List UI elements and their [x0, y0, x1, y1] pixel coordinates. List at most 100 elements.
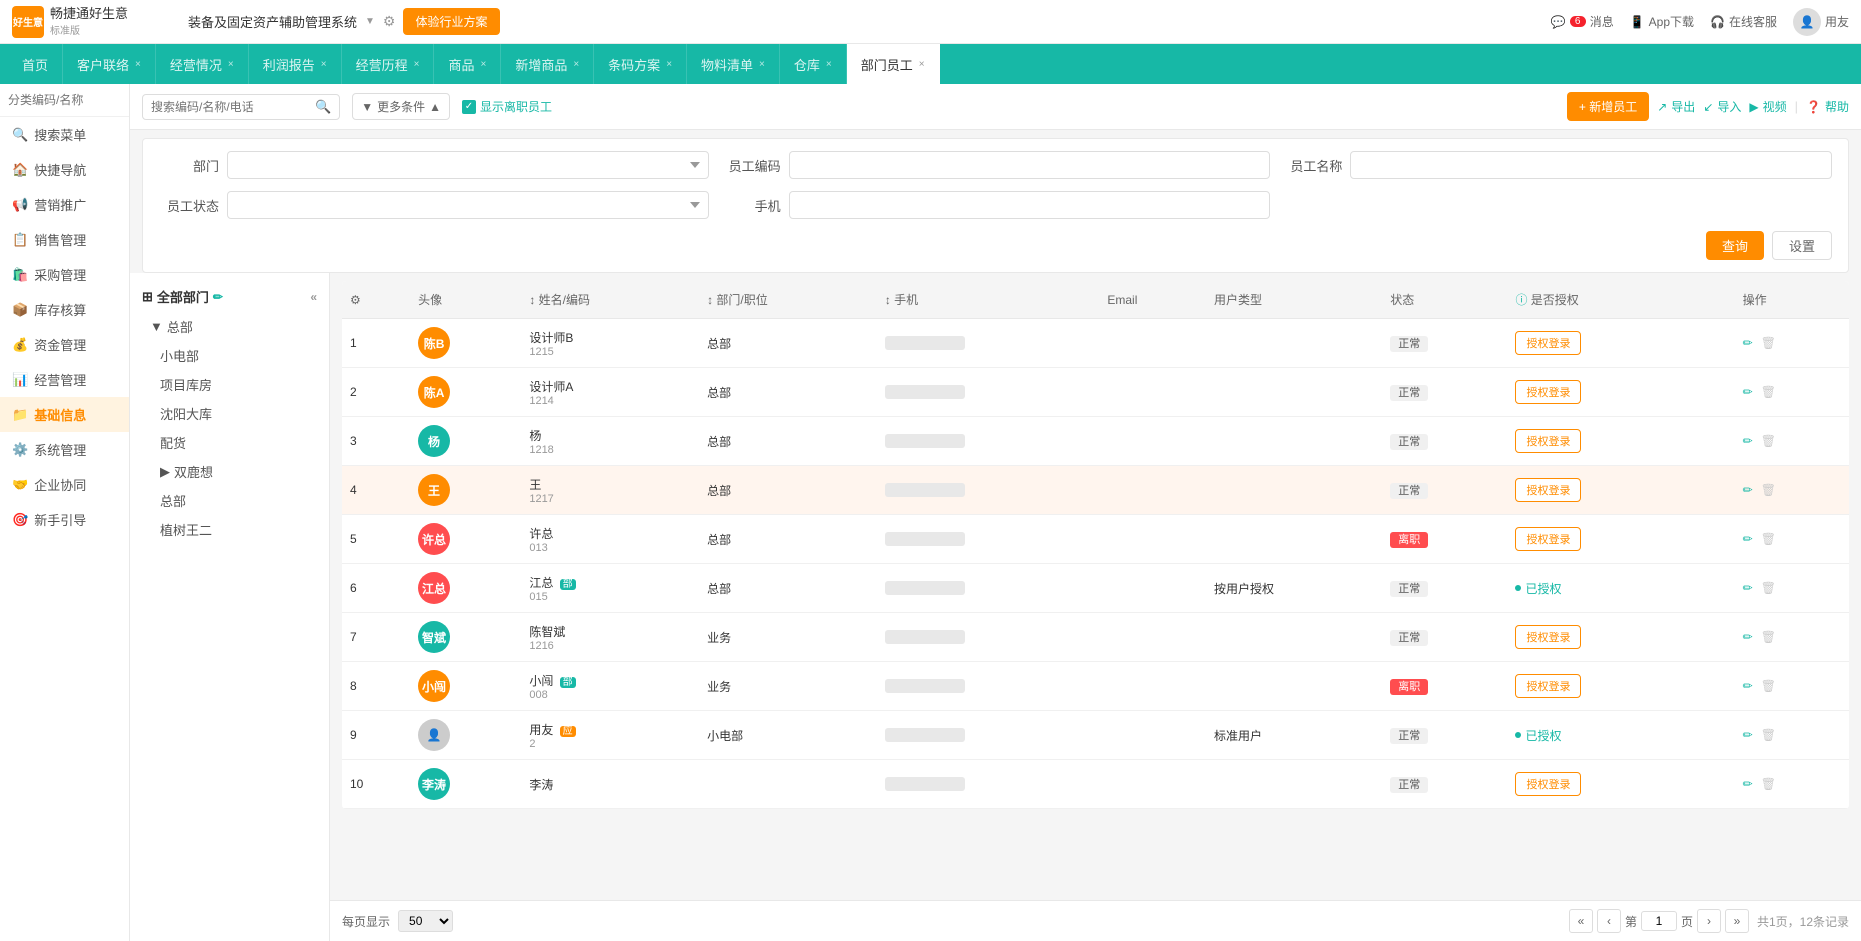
- delete-btn[interactable]: 🗑: [1761, 777, 1776, 791]
- delete-btn[interactable]: 🗑: [1761, 336, 1776, 350]
- tab-operation[interactable]: 经营情况 ×: [156, 44, 249, 84]
- col-phone[interactable]: ↕ 手机: [877, 281, 1100, 319]
- col-settings[interactable]: ⚙: [342, 281, 410, 319]
- col-dept[interactable]: ↕ 部门/职位: [699, 281, 877, 319]
- edit-btn[interactable]: ✏: [1743, 630, 1753, 644]
- sidebar-item-bizmanage[interactable]: 📊 经营管理: [0, 362, 129, 397]
- query-btn[interactable]: 查询: [1706, 231, 1764, 260]
- tab-barcode[interactable]: 条码方案 ×: [594, 44, 687, 84]
- show-resign-toggle[interactable]: ✓ 显示离职员工: [462, 98, 552, 115]
- import-btn[interactable]: ↙ 导入: [1703, 98, 1741, 115]
- sidebar-search[interactable]: 🔍: [0, 84, 129, 117]
- sidebar-item-basic[interactable]: 📁 基础信息: [0, 397, 129, 432]
- sidebar-item-marketing[interactable]: 📢 营销推广: [0, 187, 129, 222]
- dept-node-headquarters-root[interactable]: ▼ 总部: [130, 312, 329, 341]
- edit-btn[interactable]: ✏: [1743, 385, 1753, 399]
- tab-customer-close[interactable]: ×: [135, 59, 141, 70]
- empname-filter-input[interactable]: [1350, 151, 1832, 179]
- tab-home[interactable]: 首页: [8, 44, 63, 84]
- view-btn[interactable]: ▶ 视频: [1749, 98, 1786, 115]
- phone-filter-input[interactable]: [789, 191, 1271, 219]
- tab-warehouse[interactable]: 仓库 ×: [780, 44, 847, 84]
- tab-warehouse-close[interactable]: ×: [826, 59, 832, 70]
- dept-node-peihuo[interactable]: 配货: [130, 428, 329, 457]
- online-service-btn[interactable]: 🎧 在线客服: [1710, 13, 1777, 30]
- search-icon[interactable]: 🔍: [315, 99, 331, 115]
- show-resign-checkbox[interactable]: ✓: [462, 100, 476, 114]
- tab-department[interactable]: 部门员工 ×: [847, 44, 940, 84]
- delete-btn[interactable]: 🗑: [1761, 728, 1776, 742]
- dept-tree-header[interactable]: ⊞ 全部部门 ✏ «: [130, 281, 329, 312]
- delete-btn[interactable]: 🗑: [1761, 434, 1776, 448]
- tab-history[interactable]: 经营历程 ×: [342, 44, 435, 84]
- sidebar-item-search[interactable]: 🔍 搜索菜单: [0, 117, 129, 152]
- edit-btn[interactable]: ✏: [1743, 728, 1753, 742]
- tab-customer[interactable]: 客户联络 ×: [63, 44, 156, 84]
- sidebar-item-quicknav[interactable]: 🏠 快捷导航: [0, 152, 129, 187]
- edit-btn[interactable]: ✏: [1743, 532, 1753, 546]
- delete-btn[interactable]: 🗑: [1761, 532, 1776, 546]
- page-input[interactable]: [1641, 911, 1677, 931]
- auth-btn[interactable]: 授权登录: [1515, 772, 1581, 796]
- user-area[interactable]: 👤 用友: [1793, 8, 1849, 36]
- col-name[interactable]: ↕ 姓名/编码: [521, 281, 699, 319]
- edit-btn[interactable]: ✏: [1743, 581, 1753, 595]
- auth-btn[interactable]: 授权登录: [1515, 674, 1581, 698]
- export-btn[interactable]: ↗ 导出: [1657, 98, 1695, 115]
- message-btn[interactable]: 💬 6 消息: [1551, 13, 1614, 30]
- tab-goods[interactable]: 商品 ×: [434, 44, 501, 84]
- page-size-select[interactable]: 50 100: [398, 910, 453, 932]
- dept-collapse-btn[interactable]: «: [310, 290, 317, 304]
- experience-btn[interactable]: 体验行业方案: [403, 8, 499, 35]
- auth-btn[interactable]: 授权登录: [1515, 380, 1581, 404]
- tab-material[interactable]: 物料清单 ×: [687, 44, 780, 84]
- help-btn[interactable]: ❓ 帮助: [1806, 98, 1849, 115]
- sidebar-item-system[interactable]: ⚙️ 系统管理: [0, 432, 129, 467]
- edit-btn[interactable]: ✏: [1743, 336, 1753, 350]
- app-download-btn[interactable]: 📱 App下载: [1630, 13, 1694, 30]
- sidebar-item-finance[interactable]: 💰 资金管理: [0, 327, 129, 362]
- delete-btn[interactable]: 🗑: [1761, 630, 1776, 644]
- tab-new-goods-close[interactable]: ×: [573, 59, 579, 70]
- edit-btn[interactable]: ✏: [1743, 679, 1753, 693]
- tab-barcode-close[interactable]: ×: [666, 59, 672, 70]
- gear-icon[interactable]: ⚙: [383, 13, 396, 30]
- edit-btn[interactable]: ✏: [1743, 434, 1753, 448]
- sidebar-item-sales[interactable]: 📋 销售管理: [0, 222, 129, 257]
- prev-page-btn[interactable]: ‹: [1597, 909, 1621, 933]
- tab-new-goods[interactable]: 新增商品 ×: [501, 44, 594, 84]
- dept-node-project[interactable]: 项目库房: [130, 370, 329, 399]
- dept-node-zongbu[interactable]: 总部: [130, 486, 329, 515]
- status-filter-select[interactable]: [227, 191, 709, 219]
- empcode-filter-input[interactable]: [789, 151, 1271, 179]
- sidebar-item-collab[interactable]: 🤝 企业协同: [0, 467, 129, 502]
- dept-node-zhishu[interactable]: 植树王二: [130, 515, 329, 544]
- auth-btn[interactable]: 授权登录: [1515, 625, 1581, 649]
- dept-filter-select[interactable]: [227, 151, 709, 179]
- edit-btn[interactable]: ✏: [1743, 483, 1753, 497]
- auth-btn[interactable]: 授权登录: [1515, 331, 1581, 355]
- add-employee-btn[interactable]: + 新增员工: [1567, 92, 1649, 121]
- auth-btn[interactable]: 授权登录: [1515, 429, 1581, 453]
- delete-btn[interactable]: 🗑: [1761, 385, 1776, 399]
- sidebar-item-inventory[interactable]: 📦 库存核算: [0, 292, 129, 327]
- delete-btn[interactable]: 🗑: [1761, 679, 1776, 693]
- delete-btn[interactable]: 🗑: [1761, 581, 1776, 595]
- delete-btn[interactable]: 🗑: [1761, 483, 1776, 497]
- last-page-btn[interactable]: »: [1725, 909, 1749, 933]
- sidebar-search-input[interactable]: [8, 93, 130, 107]
- tab-department-close[interactable]: ×: [919, 59, 925, 70]
- search-input[interactable]: [151, 100, 311, 114]
- sidebar-item-guide[interactable]: 🎯 新手引导: [0, 502, 129, 537]
- more-filter-btn[interactable]: ▼ 更多条件 ▲: [352, 93, 450, 120]
- next-page-btn[interactable]: ›: [1697, 909, 1721, 933]
- auth-btn[interactable]: 授权登录: [1515, 527, 1581, 551]
- dept-node-shenyang[interactable]: 沈阳大库: [130, 399, 329, 428]
- sidebar-item-purchase[interactable]: 🛍️ 采购管理: [0, 257, 129, 292]
- edit-btn[interactable]: ✏: [1743, 777, 1753, 791]
- dept-node-xiaodian[interactable]: 小电部: [130, 341, 329, 370]
- search-box[interactable]: 🔍: [142, 94, 340, 120]
- first-page-btn[interactable]: «: [1569, 909, 1593, 933]
- tab-profit[interactable]: 利润报告 ×: [249, 44, 342, 84]
- dept-edit-icon[interactable]: ✏: [213, 290, 223, 304]
